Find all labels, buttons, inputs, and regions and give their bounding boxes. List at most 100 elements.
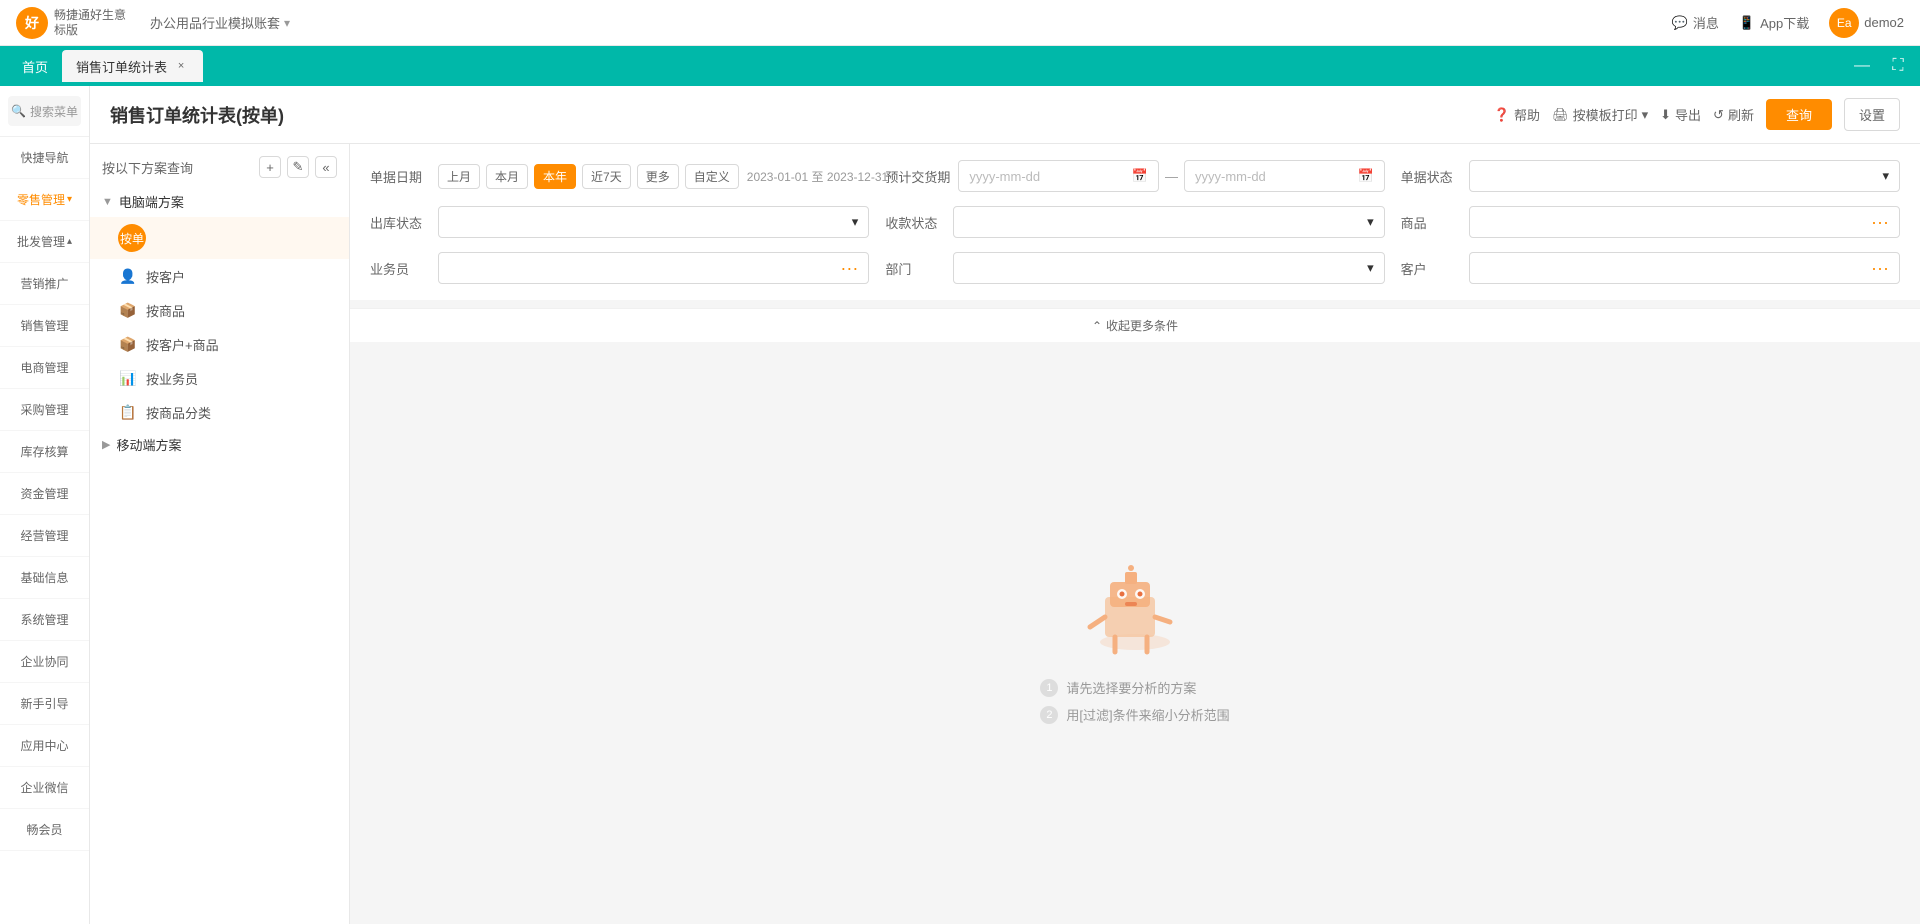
- tab-close-icon[interactable]: ×: [173, 58, 189, 74]
- print-button[interactable]: 🖨 按模板打印 ▾: [1552, 105, 1648, 124]
- date-btn-last7[interactable]: 近7天: [582, 164, 631, 189]
- scheme-item-salesperson-icon: 📊: [118, 368, 138, 388]
- sidebar-item-label: 销售管理: [20, 319, 68, 333]
- sidebar-item-label: 应用中心: [20, 739, 68, 753]
- help-button[interactable]: ❓ 帮助: [1494, 105, 1540, 124]
- edit-scheme-button[interactable]: ✎: [287, 156, 309, 178]
- tab-minimize-button[interactable]: —: [1848, 52, 1876, 80]
- scheme-item-customer-goods-icon: 📦: [118, 334, 138, 354]
- sidebar: 🔍 搜索菜单 快捷导航 零售管理 ▾ 批发管理 ▴ 营销推广 销售管理 电商管理…: [0, 86, 90, 924]
- query-panel-header: 按以下方案查询 + ✎ «: [90, 144, 349, 186]
- payment-status-select[interactable]: ▾: [953, 206, 1384, 238]
- delivery-status-label: 出库状态: [370, 213, 430, 232]
- app-title-dropdown-icon: ▾: [284, 16, 290, 30]
- scheme-item-by-customer[interactable]: 👤 按客户: [90, 259, 349, 293]
- scheme-group-mobile-header[interactable]: ▶ 移动端方案: [90, 429, 349, 460]
- date-btn-last-month[interactable]: 上月: [438, 164, 480, 189]
- collapse-bar[interactable]: ⌃ 收起更多条件: [350, 308, 1920, 342]
- date-btn-this-month[interactable]: 本月: [486, 164, 528, 189]
- scheme-item-by-goods-category[interactable]: 📋 按商品分类: [90, 395, 349, 429]
- tab-sales-order[interactable]: 销售订单统计表 ×: [62, 50, 203, 82]
- header-right: 💬 消息 📱 App下载 Ea demo2: [1672, 8, 1904, 38]
- sidebar-item-label: 零售管理: [17, 191, 65, 208]
- goods-select[interactable]: ···: [1469, 206, 1900, 238]
- sidebar-item-label: 基础信息: [20, 571, 68, 585]
- query-button[interactable]: 查询: [1766, 99, 1832, 130]
- delivery-status-select[interactable]: ▾: [438, 206, 869, 238]
- sidebar-item-corpwechat[interactable]: 企业微信: [0, 767, 89, 809]
- sidebar-item-ecommerce[interactable]: 电商管理: [0, 347, 89, 389]
- sidebar-item-wholesale[interactable]: 批发管理 ▴: [0, 221, 89, 263]
- sidebar-item-label: 电商管理: [20, 361, 68, 375]
- scheme-item-by-customer-goods[interactable]: 📦 按客户+商品: [90, 327, 349, 361]
- scheme-group-pc-header[interactable]: ▼ 电脑端方案: [90, 186, 349, 217]
- date-btn-this-year[interactable]: 本年: [534, 164, 576, 189]
- tab-home[interactable]: 首页: [8, 50, 62, 82]
- salesperson-select[interactable]: ···: [438, 252, 869, 284]
- scheme-item-by-salesperson[interactable]: 📊 按业务员: [90, 361, 349, 395]
- export-button[interactable]: ⬇ 导出: [1660, 105, 1701, 124]
- sidebar-item-label: 畅会员: [26, 823, 62, 837]
- sidebar-item-sales[interactable]: 销售管理: [0, 305, 89, 347]
- collapse-icon: ⌃: [1092, 319, 1102, 333]
- filter-item-order-status: 单据状态 ▾: [1401, 160, 1900, 192]
- sidebar-item-basic[interactable]: 基础信息: [0, 557, 89, 599]
- order-status-dropdown-icon: ▾: [1882, 168, 1889, 184]
- expected-date-start[interactable]: yyyy-mm-dd 📅: [958, 160, 1159, 192]
- date-btn-custom[interactable]: 自定义: [685, 164, 739, 189]
- user-menu[interactable]: Ea demo2: [1829, 8, 1904, 38]
- empty-icon-area: [1075, 542, 1195, 662]
- scheme-group-mobile: ▶ 移动端方案: [90, 429, 349, 460]
- customer-select[interactable]: ···: [1469, 252, 1900, 284]
- settings-button[interactable]: 设置: [1844, 98, 1900, 131]
- sidebar-item-enterprise[interactable]: 企业协同: [0, 641, 89, 683]
- app-download-label: App下载: [1760, 13, 1809, 32]
- query-panel-actions: + ✎ «: [259, 156, 337, 178]
- app-title: 办公用品行业模拟账套: [150, 13, 280, 32]
- scheme-active-icon: 按单: [118, 224, 146, 252]
- filter-item-date: 单据日期 上月 本月 本年 近7天 更多 自定义 2023-01-01 至 20…: [370, 164, 869, 189]
- sidebar-item-retail[interactable]: 零售管理 ▾: [0, 179, 89, 221]
- page-actions: ❓ 帮助 🖨 按模板打印 ▾ ⬇ 导出 ↺ 刷新 查询 设置: [1494, 98, 1900, 143]
- sidebar-item-operations[interactable]: 经营管理: [0, 515, 89, 557]
- expected-date-label: 预计交货期: [885, 167, 950, 186]
- date-hint: 2023-01-01 至 2023-12-31: [747, 168, 888, 185]
- scheme-group-mobile-label: 移动端方案: [116, 435, 181, 454]
- scheme-item-by-order[interactable]: 按单: [90, 217, 349, 259]
- sidebar-item-purchase[interactable]: 采购管理: [0, 389, 89, 431]
- print-icon: 🖨: [1552, 107, 1569, 123]
- sidebar-item-appcenter[interactable]: 应用中心: [0, 725, 89, 767]
- sidebar-item-inventory[interactable]: 库存核算: [0, 431, 89, 473]
- date-btn-more[interactable]: 更多: [637, 164, 679, 189]
- message-button[interactable]: 💬 消息: [1672, 13, 1719, 32]
- sidebar-item-newbie[interactable]: 新手引导: [0, 683, 89, 725]
- print-label: 按模板打印: [1573, 105, 1638, 124]
- right-area: 单据日期 上月 本月 本年 近7天 更多 自定义 2023-01-01 至 20…: [350, 144, 1920, 924]
- collapse-panel-button[interactable]: «: [315, 156, 337, 178]
- department-select[interactable]: ▾: [953, 252, 1384, 284]
- sidebar-item-member[interactable]: 畅会员: [0, 809, 89, 851]
- export-icon: ⬇: [1660, 107, 1671, 123]
- app-title-area[interactable]: 办公用品行业模拟账套 ▾: [150, 13, 290, 32]
- scheme-item-goods-category-label: 按商品分类: [146, 403, 211, 422]
- scheme-item-by-goods[interactable]: 📦 按商品: [90, 293, 349, 327]
- refresh-label: 刷新: [1728, 105, 1754, 124]
- empty-hints: 1 请先选择要分析的方案 2 用[过滤]条件来缩小分析范围: [1040, 678, 1229, 724]
- refresh-button[interactable]: ↺ 刷新: [1713, 105, 1754, 124]
- sidebar-item-system[interactable]: 系统管理: [0, 599, 89, 641]
- scheme-group-pc-arrow: ▼: [102, 196, 113, 208]
- sidebar-item-marketing[interactable]: 营销推广: [0, 263, 89, 305]
- order-status-select[interactable]: ▾: [1469, 160, 1900, 192]
- search-menu-button[interactable]: 🔍 搜索菜单: [8, 96, 81, 126]
- sidebar-item-finance[interactable]: 资金管理: [0, 473, 89, 515]
- page-title: 销售订单统计表(按单): [110, 102, 284, 140]
- sidebar-item-quick-nav[interactable]: 快捷导航: [0, 137, 89, 179]
- tab-maximize-button[interactable]: ⛶: [1884, 52, 1912, 80]
- search-icon: 🔍: [11, 104, 26, 118]
- filter-panel: 单据日期 上月 本月 本年 近7天 更多 自定义 2023-01-01 至 20…: [350, 144, 1920, 300]
- logo-area: 好 畅捷通好生意 标版: [16, 7, 126, 39]
- expected-date-end[interactable]: yyyy-mm-dd 📅: [1184, 160, 1385, 192]
- app-download-button[interactable]: 📱 App下载: [1739, 13, 1809, 32]
- empty-illustration: [1075, 542, 1195, 662]
- add-scheme-button[interactable]: +: [259, 156, 281, 178]
